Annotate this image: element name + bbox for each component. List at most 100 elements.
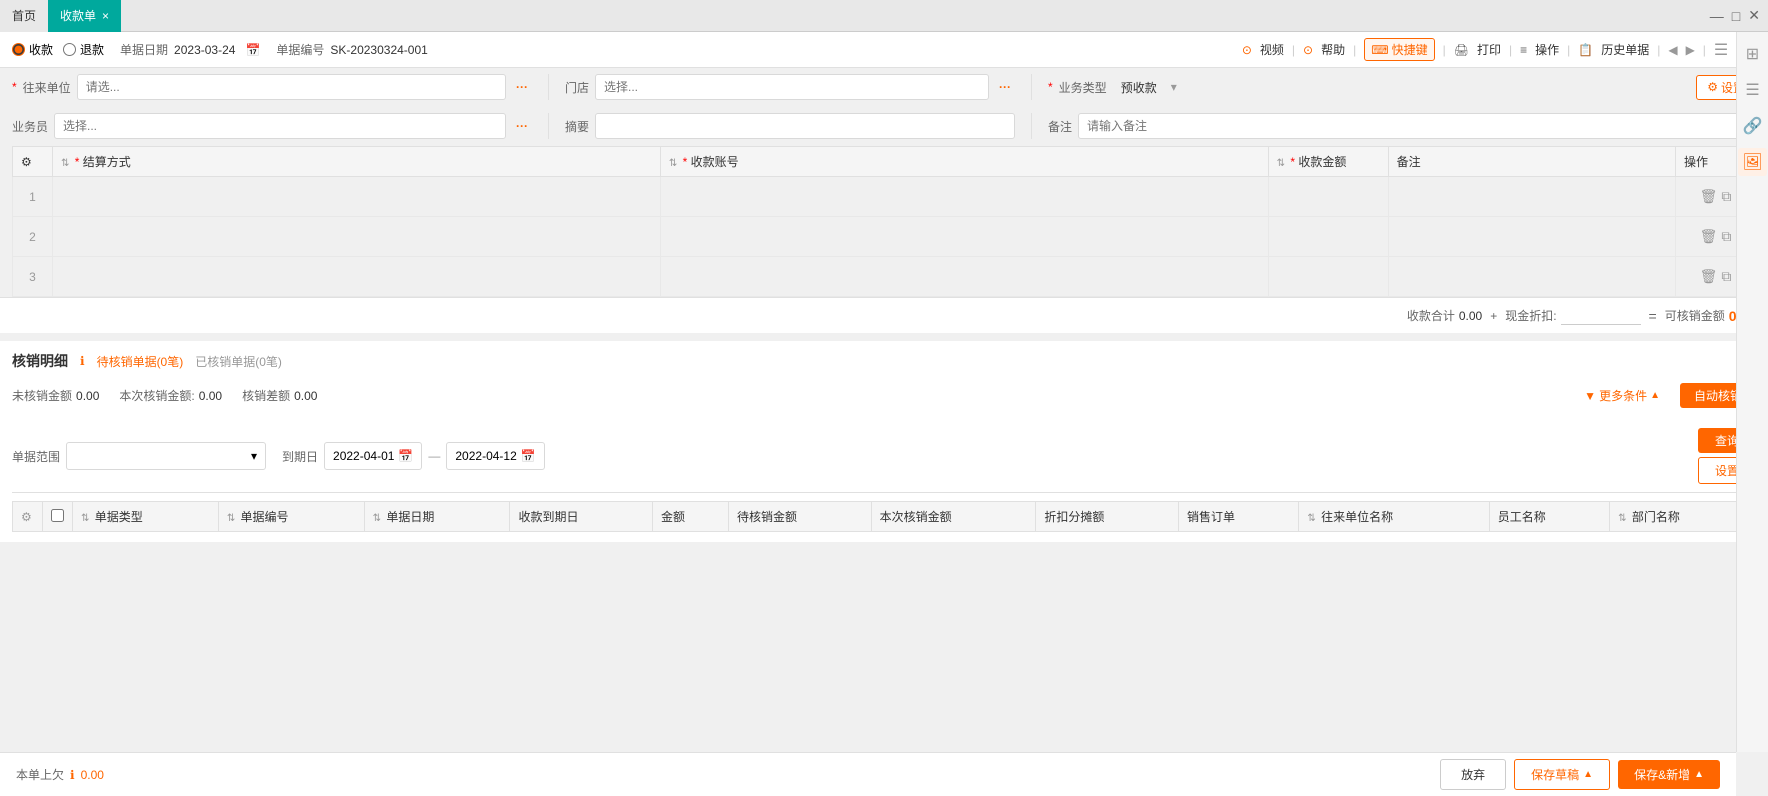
business-type-dropdown-icon[interactable]: ▾ [1171,80,1177,94]
cell-account-1[interactable] [660,177,1268,217]
copy-row-2-icon[interactable]: ⧉ [1721,228,1731,245]
abandon-btn[interactable]: 放弃 [1440,759,1506,790]
done-tab[interactable]: 已核销单据(0笔) [195,353,282,370]
table-row: 3 🗑 ⧉ [13,257,1756,297]
radio-receipt[interactable]: 收款 [12,41,53,58]
due-date-filter: 到期日 2022-04-01 📅 — 2022-04-12 📅 [282,442,545,470]
section-header: 核销明细 ℹ 待核销单据(0笔) 已核销单据(0笔) [12,351,1756,371]
help-btn[interactable]: 帮助 [1321,41,1345,58]
carry-info-icon[interactable]: ℹ [70,768,75,782]
summary-input[interactable] [595,113,1015,139]
video-btn[interactable]: 视频 [1260,41,1284,58]
cell-payment-2[interactable] [53,217,661,257]
cell-remark-3[interactable] [1388,257,1675,297]
radio-receipt-label: 收款 [29,41,53,58]
staff-group: 业务员 ··· [12,113,532,139]
discount-label: 现金折扣: [1505,307,1556,324]
shortcut-btn[interactable]: ⌨ 快捷键 [1364,38,1434,61]
save-new-btn[interactable]: 保存&新增 ▲ [1618,760,1720,789]
cell-payment-3[interactable] [53,257,661,297]
radio-refund[interactable]: 退款 [63,41,104,58]
history-btn[interactable]: 历史单据 [1601,41,1649,58]
tab-receipt[interactable]: 收款单 × [48,0,121,32]
separator-2 [1031,74,1032,100]
table-header-gear[interactable]: ⚙ [13,147,53,177]
pending-tab[interactable]: 待核销单据(0笔) [97,353,184,370]
delete-row-3-icon[interactable]: 🗑 [1700,268,1718,285]
col-header-bill-date: ⇅ 单据日期 [364,502,510,532]
shop-more-btn[interactable]: ··· [995,80,1015,94]
cell-amount-2[interactable] [1268,217,1388,257]
cell-remark-2[interactable] [1388,217,1675,257]
cell-amount-1[interactable] [1268,177,1388,217]
tab-close-icon[interactable]: × [102,9,109,23]
counterparty-label: 往来单位 [23,79,71,96]
save-new-arrow-icon: ▲ [1694,769,1704,780]
receipt-total-label: 收款合计 [1407,307,1455,324]
date-to-input[interactable]: 2022-04-12 📅 [446,442,544,470]
diff-stat: 核销差额 0.00 [242,387,317,404]
receipt-total-value: 0.00 [1459,309,1482,323]
scope-select[interactable]: ▾ [66,442,266,470]
gear-icon-bottom[interactable]: ⚙ [21,510,32,524]
delete-row-2-icon[interactable]: 🗑 [1700,228,1718,245]
carry-value: 0.00 [81,768,104,782]
tab-home-label: 首页 [12,7,36,24]
sidebar-table-icon[interactable]: ⊞ [1742,40,1763,68]
toolbar-right: ⊙ 视频 | ⊙ 帮助 | ⌨ 快捷键 | 🖨 打印 | ≡ 操作 | 📋 历史… [1242,38,1756,61]
calendar-icon[interactable]: 📅 [245,43,260,57]
counterparty-more-btn[interactable]: ··· [512,80,532,94]
cell-payment-1[interactable] [53,177,661,217]
net-label: 可核销金额 [1665,307,1725,324]
maximize-icon[interactable]: □ [1732,8,1740,24]
more-conditions-btn[interactable]: ▼ 更多条件 ▲ [1584,387,1660,404]
counterparty-input[interactable] [77,74,506,100]
calendar-from-icon: 📅 [398,449,413,463]
save-new-label: 保存&新增 [1634,766,1690,783]
cell-account-3[interactable] [660,257,1268,297]
operation-btn[interactable]: 操作 [1535,41,1559,58]
save-draft-arrow-icon: ▲ [1583,769,1593,780]
sidebar-image-icon[interactable]: 🖼 [1738,148,1766,176]
summary-group: 摘要 [565,113,1015,139]
nuclear-info-icon[interactable]: ℹ [80,354,85,368]
sidebar-form-icon[interactable]: ☰ [1741,76,1763,104]
nav-right-icon[interactable]: ▶ [1686,43,1695,57]
receipt-table-section: ⚙ ⇅ * 结算方式 ⇅ * 收款账号 ⇅ * 收款金额 [0,146,1768,297]
date-from-input[interactable]: 2022-04-01 📅 [324,442,422,470]
remark-input[interactable] [1078,113,1756,139]
staff-input[interactable] [54,113,506,139]
list-icon[interactable]: ☰ [1714,40,1728,60]
select-all-checkbox[interactable] [51,509,64,522]
discount-input[interactable] [1561,306,1641,325]
shop-input[interactable] [595,74,989,100]
staff-more-btn[interactable]: ··· [512,119,532,133]
diff-value: 0.00 [294,389,317,403]
save-draft-btn[interactable]: 保存草稿 ▲ [1514,759,1610,790]
minimize-icon[interactable]: — [1710,8,1724,24]
print-btn[interactable]: 打印 [1477,41,1501,58]
section-title: 核销明细 [12,351,68,371]
tab-receipt-label: 收款单 [60,7,96,24]
cell-amount-3[interactable] [1268,257,1388,297]
nav-left-icon[interactable]: ◀ [1668,43,1677,57]
cell-remark-1[interactable] [1388,177,1675,217]
copy-row-1-icon[interactable]: ⧉ [1721,188,1731,205]
due-date-label: 到期日 [282,448,318,465]
tab-home[interactable]: 首页 [0,0,48,32]
footer-info: 本单上欠 ℹ 0.00 [16,766,104,783]
footer-buttons: 放弃 保存草稿 ▲ 保存&新增 ▲ [1440,759,1720,790]
close-icon[interactable]: ✕ [1748,7,1760,24]
separator-4 [1031,113,1032,139]
col-header-account: ⇅ * 收款账号 [660,147,1268,177]
sidebar-link-icon[interactable]: 🔗 [1739,112,1767,140]
form-row-2: 业务员 ··· 摘要 备注 [0,107,1768,146]
table-row: 1 🗑 ⧉ [13,177,1756,217]
help-icon: ⊙ [1303,43,1313,57]
copy-row-3-icon[interactable]: ⧉ [1721,268,1731,285]
delete-row-1-icon[interactable]: 🗑 [1700,188,1718,205]
carry-label: 本单上欠 [16,766,64,783]
receipt-total-item: 收款合计 0.00 [1407,307,1482,324]
cell-account-2[interactable] [660,217,1268,257]
col-header-check[interactable] [43,502,73,532]
